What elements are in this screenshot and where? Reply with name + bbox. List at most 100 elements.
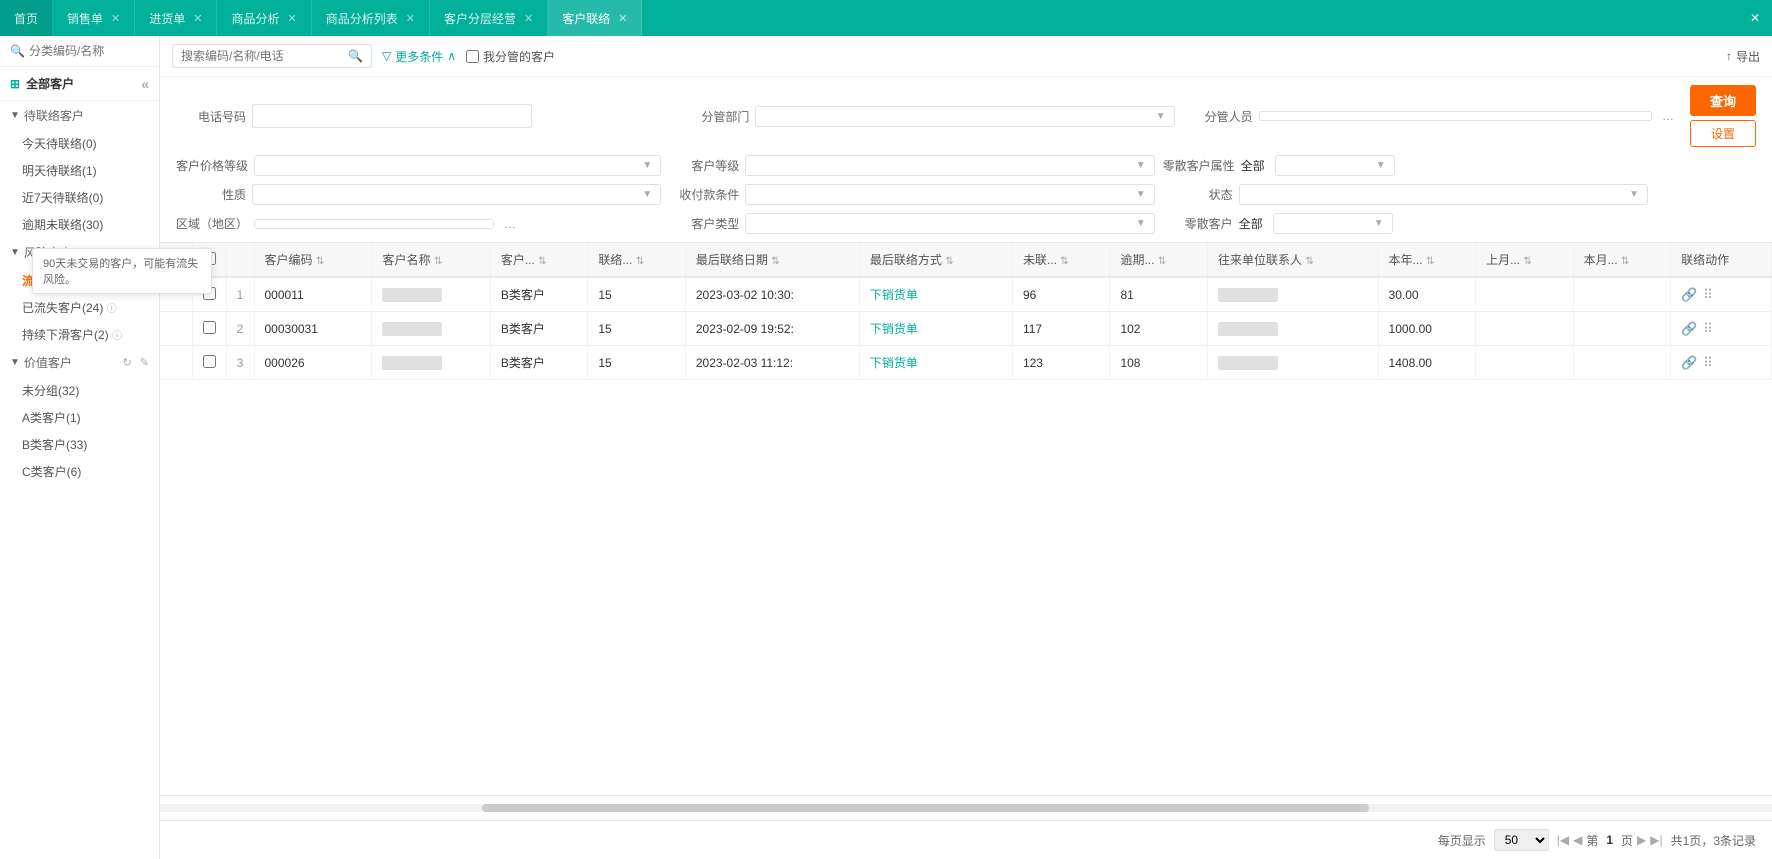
sidebar-all-customers[interactable]: ⊞ 全部客户 « — [0, 67, 159, 101]
last-page-button[interactable]: ▶| — [1650, 833, 1662, 847]
query-button[interactable]: 查询 — [1690, 85, 1756, 116]
sidebar-item-7days[interactable]: 近7天待联络(0) — [0, 184, 159, 211]
sidebar-item-declining[interactable]: 持续下滑客户(2) ⓘ — [0, 321, 159, 348]
row-contact-count-0: 15 — [588, 277, 686, 312]
filter-price-level-select[interactable]: ▼ — [254, 155, 661, 176]
table-header-name[interactable]: 客户名称 ⇅ — [372, 243, 490, 277]
row-last-method-0[interactable]: 下销货单 — [859, 277, 1012, 312]
filter-zero-customer-select[interactable]: ▼ — [1273, 213, 1393, 234]
settings-button[interactable]: 设置 — [1690, 120, 1756, 147]
row-checkbox-2[interactable] — [203, 355, 216, 368]
row-action-link-2[interactable]: 🔗 — [1681, 355, 1697, 371]
filter-zero-attr-select[interactable]: ▼ — [1275, 155, 1395, 176]
sidebar-item-class-b[interactable]: B类客户(33) — [0, 431, 159, 458]
tab-purchase[interactable]: 进货单 ✕ — [135, 0, 217, 36]
tab-goods-analysis-list[interactable]: 商品分析列表 ✕ — [312, 0, 430, 36]
tab-sales[interactable]: 销售单 ✕ — [53, 0, 135, 36]
close-goods-analysis-tab-icon[interactable]: ✕ — [288, 12, 297, 25]
next-page-button[interactable]: ▶ — [1637, 833, 1646, 847]
row-action-menu-1[interactable]: ⠿ — [1703, 321, 1713, 337]
scrollbar-thumb[interactable] — [482, 804, 1369, 812]
row-related-contact-2 — [1207, 346, 1378, 380]
prev-page-button[interactable]: ◀ — [1573, 833, 1582, 847]
row-action-menu-0[interactable]: ⠿ — [1703, 287, 1713, 303]
row-action-link-1[interactable]: 🔗 — [1681, 321, 1697, 337]
sidebar-item-churned[interactable]: 已流失客户(24) ⓘ — [0, 294, 159, 321]
row-checkbox-1[interactable] — [203, 321, 216, 334]
manager-extra-button[interactable]: … — [1658, 109, 1678, 123]
filter-search-box[interactable]: 🔍 — [172, 44, 372, 68]
table-header-type[interactable]: 客户... ⇅ — [490, 243, 588, 277]
table-header-this-month[interactable]: 本月... ⇅ — [1573, 243, 1671, 277]
table-header-this-year[interactable]: 本年... ⇅ — [1378, 243, 1476, 277]
filter-customer-type-select[interactable]: ▼ — [745, 213, 1154, 234]
sidebar-search-input[interactable] — [29, 44, 149, 58]
table-header-related-contact[interactable]: 往来单位联系人 ⇅ — [1207, 243, 1378, 277]
my-customers-checkbox[interactable] — [466, 50, 479, 63]
close-sales-tab-icon[interactable]: ✕ — [111, 12, 120, 25]
table-header-code[interactable]: 客户编码 ⇅ — [254, 243, 372, 277]
tab-home[interactable]: 首页 — [0, 0, 53, 36]
row-action-link-0[interactable]: 🔗 — [1681, 287, 1697, 303]
nature-arrow: ▼ — [642, 189, 652, 200]
row-last-method-2[interactable]: 下销货单 — [859, 346, 1012, 380]
sidebar-item-overdue[interactable]: 逾期未联络(30) — [0, 211, 159, 238]
scrollbar-track[interactable] — [160, 804, 1772, 812]
sort-name-icon: ⇅ — [434, 256, 442, 267]
tab-goods-analysis[interactable]: 商品分析 ✕ — [217, 0, 311, 36]
row-last-method-1[interactable]: 下销货单 — [859, 312, 1012, 346]
filter-price-level-label: 客户价格等级 — [176, 157, 248, 174]
row-checkbox-col-1[interactable] — [192, 312, 226, 346]
table-header-last-month[interactable]: 上月... ⇅ — [1476, 243, 1574, 277]
row-checkbox-col-2[interactable] — [192, 346, 226, 380]
sidebar-section-value-title[interactable]: ▼ 价值客户 ↻ ✎ — [0, 348, 159, 377]
row-method-link-1[interactable]: 下销货单 — [870, 322, 918, 336]
table-header-uncontacted[interactable]: 未联... ⇅ — [1012, 243, 1110, 277]
filter-customer-level-select[interactable]: ▼ — [745, 155, 1154, 176]
close-purchase-tab-icon[interactable]: ✕ — [193, 12, 202, 25]
filter-dept-select[interactable]: ▼ — [755, 106, 1174, 127]
filter-search-icon[interactable]: 🔍 — [348, 49, 363, 63]
close-customer-segment-tab-icon[interactable]: ✕ — [524, 12, 533, 25]
refresh-icon[interactable]: ↻ — [123, 356, 132, 369]
my-customers-label: 我分管的客户 — [483, 48, 555, 65]
filter-search-input[interactable] — [181, 49, 344, 63]
filter-region-select[interactable] — [254, 219, 494, 229]
table-header-last-method[interactable]: 最后联络方式 ⇅ — [859, 243, 1012, 277]
horizontal-scrollbar[interactable] — [160, 795, 1772, 820]
sidebar-item-today[interactable]: 今天待联络(0) — [0, 130, 159, 157]
top-tabbar: 首页 销售单 ✕ 进货单 ✕ 商品分析 ✕ 商品分析列表 ✕ 客户分层经营 ✕ … — [0, 0, 1772, 36]
filter-nature-select[interactable]: ▼ — [252, 184, 661, 205]
tab-customer-link[interactable]: 客户联络 ✕ — [548, 0, 642, 36]
tab-customer-segment[interactable]: 客户分层经营 ✕ — [430, 0, 548, 36]
sidebar-item-ungrouped[interactable]: 未分组(32) — [0, 377, 159, 404]
filter-status-select[interactable]: ▼ — [1239, 184, 1648, 205]
table-header-contact-count[interactable]: 联络... ⇅ — [588, 243, 686, 277]
my-customers-checkbox-label[interactable]: 我分管的客户 — [466, 48, 555, 65]
section-pending-label: 待联络客户 — [24, 107, 84, 124]
collapse-sidebar-icon[interactable]: « — [141, 76, 149, 92]
sidebar-item-class-c[interactable]: C类客户(6) — [0, 458, 159, 485]
row-method-link-0[interactable]: 下销货单 — [870, 288, 918, 302]
tab-sales-label: 销售单 — [67, 10, 103, 27]
export-button[interactable]: ↑ 导出 — [1726, 48, 1760, 65]
more-conditions-button[interactable]: ▽ 更多条件 ∧ — [382, 48, 456, 65]
close-all-tabs-button[interactable]: ✕ — [1738, 0, 1772, 36]
edit-icon[interactable]: ✎ — [140, 356, 149, 369]
filter-manager-select[interactable] — [1259, 111, 1652, 121]
close-goods-analysis-list-tab-icon[interactable]: ✕ — [406, 12, 415, 25]
sidebar-item-tomorrow[interactable]: 明天待联络(1) — [0, 157, 159, 184]
table-header-overdue[interactable]: 逾期... ⇅ — [1110, 243, 1208, 277]
table-header-last-date[interactable]: 最后联络日期 ⇅ — [685, 243, 859, 277]
region-extra-button[interactable]: … — [500, 217, 520, 231]
per-page-select[interactable]: 50 100 200 — [1494, 829, 1549, 851]
close-customer-link-tab-icon[interactable]: ✕ — [618, 12, 627, 25]
row-action-menu-2[interactable]: ⠿ — [1703, 355, 1713, 371]
filter-phone-input[interactable] — [252, 104, 532, 128]
sidebar-section-pending-title[interactable]: ▼ 待联络客户 — [0, 101, 159, 130]
filter-icon: ▽ — [382, 49, 391, 63]
row-method-link-2[interactable]: 下销货单 — [870, 356, 918, 370]
first-page-button[interactable]: |◀ — [1557, 833, 1569, 847]
filter-payment-select[interactable]: ▼ — [745, 184, 1154, 205]
sidebar-item-class-a[interactable]: A类客户(1) — [0, 404, 159, 431]
